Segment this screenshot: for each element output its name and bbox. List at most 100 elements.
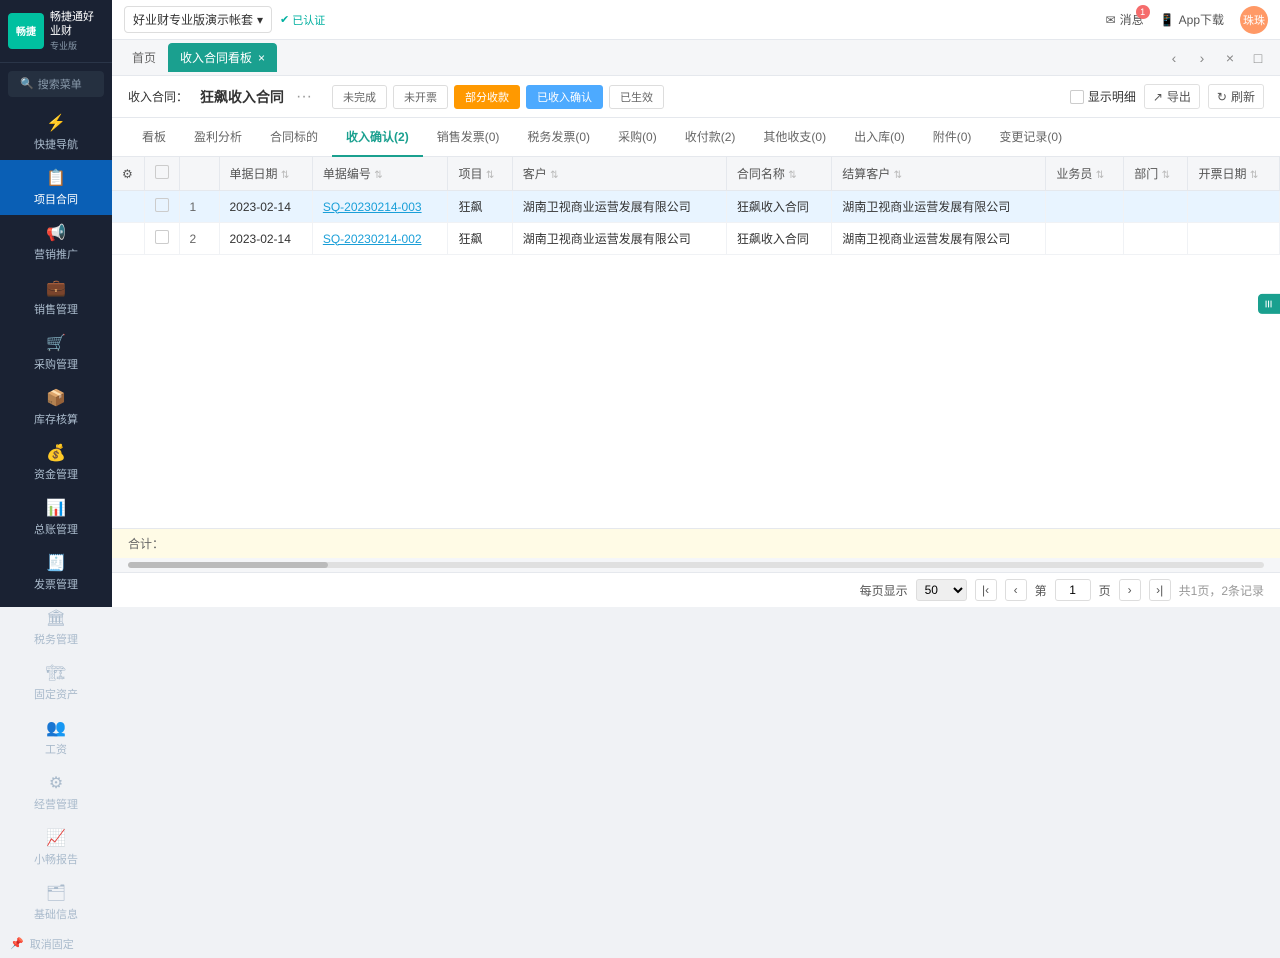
tabbar: 首页 收入合同看板 × ‹ › × □ xyxy=(112,40,1280,76)
sidebar-cancel-pin[interactable]: 📌 取消固定 xyxy=(0,930,112,958)
app-download-button[interactable]: 📱 App下载 xyxy=(1160,11,1224,28)
show-details-checkbox[interactable]: 显示明细 xyxy=(1070,88,1136,105)
col-header-no xyxy=(179,157,219,191)
refresh-button[interactable]: ↻ 刷新 xyxy=(1208,84,1264,109)
sidebar-item-quick-nav[interactable]: ⚡快捷导航 xyxy=(0,105,112,160)
sort-icon-department[interactable]: ⇅ xyxy=(1162,170,1170,181)
sort-icon-order_no[interactable]: ⇅ xyxy=(374,170,382,181)
nav-icon-inventory: 📦 xyxy=(46,388,66,408)
scrollbar-track[interactable] xyxy=(128,562,1264,568)
user-avatar[interactable]: 珠珠 xyxy=(1240,6,1268,34)
nav-label-sales: 销售管理 xyxy=(34,301,78,317)
col-header-date: 单据日期 ⇅ xyxy=(219,157,312,191)
sort-icon-customer[interactable]: ⇅ xyxy=(550,170,558,181)
last-page-button[interactable]: ›| xyxy=(1149,579,1171,601)
select-all-checkbox[interactable] xyxy=(155,165,169,179)
cell-0-order_no[interactable]: SQ-20230214-003 xyxy=(312,191,448,223)
status-btn-confirmed[interactable]: 已收入确认 xyxy=(526,85,603,109)
sidebar-item-operations[interactable]: ⚙经营管理 xyxy=(0,765,112,820)
tab-prev-button[interactable]: ‹ xyxy=(1164,48,1184,68)
nav-label-marketing: 营销推广 xyxy=(34,246,78,262)
sidebar-item-sales[interactable]: 💼销售管理 xyxy=(0,270,112,325)
order-link-0[interactable]: SQ-20230214-003 xyxy=(323,200,422,214)
sidebar-item-funds[interactable]: 💰资金管理 xyxy=(0,435,112,490)
tab-other-income[interactable]: 其他收支(0) xyxy=(749,118,840,157)
search-icon: 🔍 xyxy=(20,77,34,90)
tab-attachment[interactable]: 附件(0) xyxy=(919,118,986,157)
sidebar-item-project-contract[interactable]: 📋项目合同 xyxy=(0,160,112,215)
more-button[interactable]: ··· xyxy=(296,88,312,106)
tab-sales-invoice[interactable]: 销售发票(0) xyxy=(423,118,514,157)
message-icon: ✉ xyxy=(1106,13,1116,27)
table-row[interactable]: 22023-02-14SQ-20230214-002狂飙湖南卫视商业运营发展有限… xyxy=(112,223,1280,255)
logo-icon: 畅捷 xyxy=(8,13,44,49)
tab-next-button[interactable]: › xyxy=(1192,48,1212,68)
sidebar-item-inventory[interactable]: 📦库存核算 xyxy=(0,380,112,435)
sidebar-item-invoice[interactable]: 🧾发票管理 xyxy=(0,545,112,600)
sidebar-item-tax[interactable]: 🏛税务管理 xyxy=(0,600,112,655)
per-page-select[interactable]: 2050100200 xyxy=(916,579,967,601)
company-selector[interactable]: 好业财专业版演示帐套 ▾ xyxy=(124,6,272,33)
right-panel[interactable]: ≡ xyxy=(1258,293,1280,313)
sidebar-item-marketing[interactable]: 📢 营销推广 xyxy=(0,215,112,270)
sidebar-item-basic-info[interactable]: 🗂基础信息 xyxy=(0,875,112,930)
export-button[interactable]: ↗ 导出 xyxy=(1144,84,1200,109)
sidebar-item-fixed-assets[interactable]: 🏗固定资产 xyxy=(0,655,112,710)
sidebar-item-purchase[interactable]: 🛒采购管理 xyxy=(0,325,112,380)
prev-page-button[interactable]: ‹ xyxy=(1005,579,1027,601)
tab-purchase[interactable]: 采购(0) xyxy=(604,118,671,157)
table-area[interactable]: ⚙单据日期 ⇅单据编号 ⇅项目 ⇅客户 ⇅合同名称 ⇅结算客户 ⇅业务员 ⇅部门… xyxy=(112,157,1280,528)
status-btn-uninvoiced[interactable]: 未开票 xyxy=(393,85,448,109)
sidebar-item-hr[interactable]: 👥工资 xyxy=(0,710,112,765)
sort-icon-salesperson[interactable]: ⇅ xyxy=(1096,170,1104,181)
nav-icon-invoice: 🧾 xyxy=(46,553,66,573)
sort-icon-open_date[interactable]: ⇅ xyxy=(1250,170,1258,181)
tab-stock-out[interactable]: 出入库(0) xyxy=(840,118,919,157)
nav-icon-marketing: 📢 xyxy=(46,223,66,243)
table-row[interactable]: 12023-02-14SQ-20230214-003狂飙湖南卫视商业运营发展有限… xyxy=(112,191,1280,223)
scrollbar-thumb[interactable] xyxy=(128,562,328,568)
cell-0-checkbox xyxy=(144,191,179,223)
tab-change-log[interactable]: 变更记录(0) xyxy=(985,118,1076,157)
tab-close-button[interactable]: × xyxy=(1220,48,1240,68)
active-tab[interactable]: 收入合同看板 × xyxy=(168,43,277,72)
sidebar-search[interactable]: 🔍 搜索菜单 xyxy=(8,71,104,97)
row-checkbox-1[interactable] xyxy=(155,230,169,244)
status-btn-effective[interactable]: 已生效 xyxy=(609,85,664,109)
order-link-1[interactable]: SQ-20230214-002 xyxy=(323,232,422,246)
settings-icon[interactable]: ⚙ xyxy=(122,167,133,181)
message-button[interactable]: ✉ 消息 1 xyxy=(1106,11,1144,28)
nav-icon-reports: 📈 xyxy=(46,828,66,848)
avatar: 珠珠 xyxy=(1240,6,1268,34)
close-icon[interactable]: × xyxy=(258,51,265,65)
page-input[interactable]: 1 xyxy=(1055,579,1091,601)
status-btn-partial-receipt[interactable]: 部分收款 xyxy=(454,85,520,109)
sort-icon-contract_name[interactable]: ⇅ xyxy=(788,170,796,181)
scrollbar-area[interactable] xyxy=(112,558,1280,572)
tab-payment[interactable]: 收付款(2) xyxy=(671,118,750,157)
row-checkbox-0[interactable] xyxy=(155,198,169,212)
first-page-button[interactable]: |‹ xyxy=(975,579,997,601)
sidebar-item-reports[interactable]: 📈小畅报告 xyxy=(0,820,112,875)
sort-icon-date[interactable]: ⇅ xyxy=(281,170,289,181)
tab-fullscreen-button[interactable]: □ xyxy=(1248,48,1268,68)
nav-icon-fixed-assets: 🏗 xyxy=(46,663,66,683)
status-btn-incomplete[interactable]: 未完成 xyxy=(332,85,387,109)
next-page-button[interactable]: › xyxy=(1119,579,1141,601)
col-header-result_customer: 结算客户 ⇅ xyxy=(832,157,1046,191)
pin-label: 取消固定 xyxy=(30,936,74,952)
nav-icon-quick-nav: ⚡ xyxy=(46,113,66,133)
sort-icon-result_customer[interactable]: ⇅ xyxy=(894,170,902,181)
tab-kanban[interactable]: 看板 xyxy=(128,118,180,157)
tab-tax-invoice[interactable]: 税务发票(0) xyxy=(513,118,604,157)
cell-1-order_no[interactable]: SQ-20230214-002 xyxy=(312,223,448,255)
tab-contract-standard[interactable]: 合同标的 xyxy=(256,118,332,157)
tab-income-confirm[interactable]: 收入确认(2) xyxy=(332,118,423,157)
refresh-icon: ↻ xyxy=(1217,90,1227,104)
tab-profit-analysis[interactable]: 盈利分析 xyxy=(180,118,256,157)
nav-icon-tax: 🏛 xyxy=(46,608,66,628)
sort-icon-project[interactable]: ⇅ xyxy=(486,170,494,181)
sidebar-item-general[interactable]: 📊总账管理 xyxy=(0,490,112,545)
home-tab[interactable]: 首页 xyxy=(124,49,164,66)
nav-label-general: 总账管理 xyxy=(34,521,78,537)
